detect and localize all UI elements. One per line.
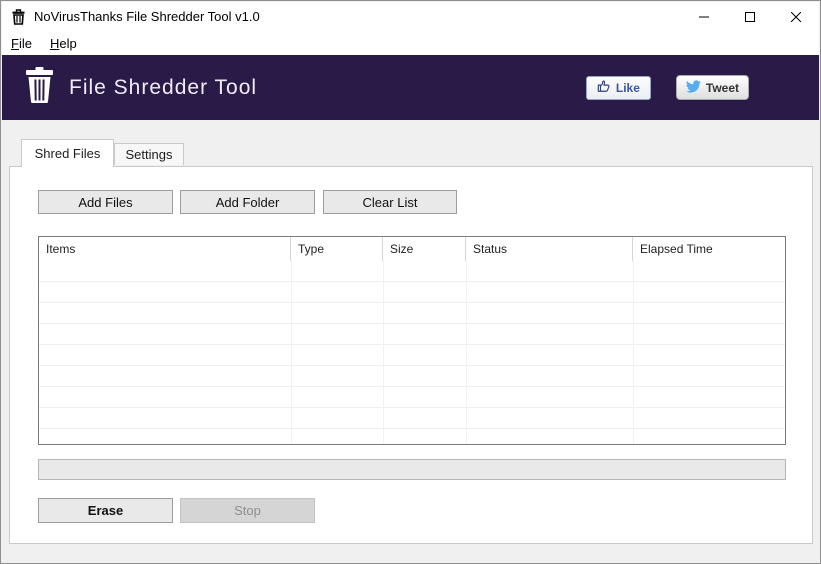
twitter-bird-icon (685, 79, 701, 96)
facebook-like-button[interactable]: Like (585, 75, 651, 100)
app-window: NoVirusThanks File Shredder Tool v1.0 Fi… (0, 0, 821, 564)
app-title: File Shredder Tool (69, 75, 258, 99)
column-header-status[interactable]: Status (466, 237, 633, 261)
maximize-button[interactable] (727, 2, 773, 31)
trash-banner-icon (24, 67, 55, 108)
shred-files-panel: Add Files Add Folder Clear List Items Ty… (9, 166, 813, 544)
tab-shred-files[interactable]: Shred Files (21, 139, 114, 167)
column-gridline (383, 261, 384, 444)
column-header-size[interactable]: Size (383, 237, 466, 261)
menu-bar: File Help (2, 31, 819, 55)
thumbs-up-icon (597, 79, 611, 96)
close-button[interactable] (773, 2, 819, 31)
add-folder-button[interactable]: Add Folder (180, 190, 315, 214)
app-banner: File Shredder Tool Like Tweet (2, 55, 819, 120)
window-controls (681, 2, 819, 31)
like-label: Like (615, 80, 640, 95)
tweet-label: Tweet (705, 80, 739, 95)
title-bar: NoVirusThanks File Shredder Tool v1.0 (2, 2, 819, 31)
social-buttons: Like Tweet (585, 75, 749, 100)
column-gridline (466, 261, 467, 444)
table-body-empty[interactable] (39, 261, 785, 444)
add-files-button[interactable]: Add Files (38, 190, 173, 214)
table-header-row: Items Type Size Status Elapsed Time (39, 237, 785, 261)
minimize-button[interactable] (681, 2, 727, 31)
shred-progress-bar (38, 459, 786, 480)
stop-button: Stop (180, 498, 315, 523)
tweet-button[interactable]: Tweet (675, 75, 749, 100)
clear-list-button[interactable]: Clear List (323, 190, 457, 214)
file-list-table[interactable]: Items Type Size Status Elapsed Time (38, 236, 786, 445)
window-title: NoVirusThanks File Shredder Tool v1.0 (34, 9, 260, 24)
erase-button[interactable]: Erase (38, 498, 173, 523)
menu-file[interactable]: File (2, 33, 41, 54)
tab-settings[interactable]: Settings (114, 143, 184, 165)
menu-help[interactable]: Help (41, 33, 86, 54)
column-header-type[interactable]: Type (291, 237, 383, 261)
column-gridline (633, 261, 634, 444)
column-header-items[interactable]: Items (39, 237, 291, 261)
column-header-elapsed[interactable]: Elapsed Time (633, 237, 785, 261)
trash-app-icon (11, 8, 26, 25)
column-gridline (291, 261, 292, 444)
